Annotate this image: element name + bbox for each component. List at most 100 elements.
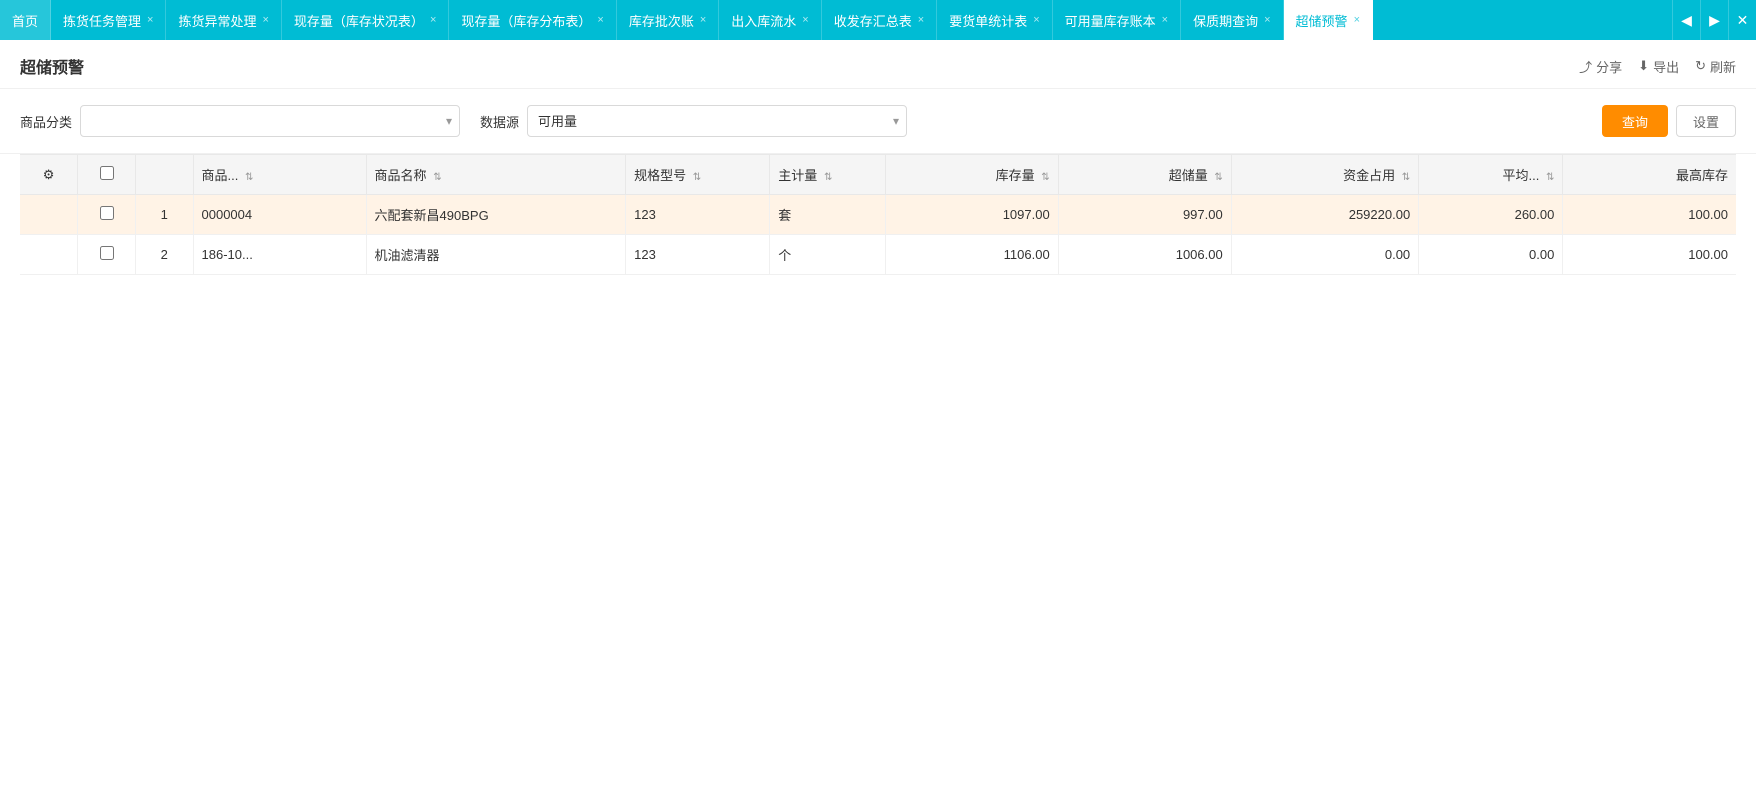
row-name-cell: 机油滤清器 [366,235,626,275]
sort-icon-unit: ⇅ [824,172,832,183]
overstock-table: ⚙ 商品... ⇅ 商品名称 ⇅ 规格型号 [20,154,1736,275]
close-order-stat-tab[interactable]: × [1033,14,1039,26]
refresh-icon: ↻ [1695,58,1706,74]
sort-icon-avg: ⇅ [1546,172,1554,183]
row-over-cell: 997.00 [1058,195,1231,235]
nav-tab-task[interactable]: 拣货任务管理 × [51,0,166,40]
close-stock-status-tab[interactable]: × [430,14,436,26]
close-inout-tab[interactable]: × [802,14,808,26]
settings-button[interactable]: 设置 [1676,105,1736,137]
row-spec-cell: 123 [626,195,770,235]
sort-icon-name: ⇅ [433,172,441,183]
row-unit-cell: 个 [770,235,885,275]
col-header-check[interactable] [78,155,136,195]
row-checkbox-1[interactable] [100,246,114,260]
close-summary-tab[interactable]: × [918,14,924,26]
table-row: 1 0000004 六配套新昌490BPG 123 套 1097.00 997.… [20,195,1736,235]
col-header-unit[interactable]: 主计量 ⇅ [770,155,885,195]
row-stock-cell: 1097.00 [885,195,1058,235]
sort-icon-capital: ⇅ [1402,172,1410,183]
row-check-cell[interactable] [78,195,136,235]
nav-tab-stock-dist[interactable]: 现存量（库存分布表） × [449,0,616,40]
col-header-stock[interactable]: 库存量 ⇅ [885,155,1058,195]
export-label: 导出 [1653,57,1679,76]
row-checkbox-0[interactable] [100,206,114,220]
nav-tab-inout[interactable]: 出入库流水 × [719,0,821,40]
filter-buttons: 查询 设置 [1602,105,1736,137]
row-maxstock-cell: 100.00 [1563,235,1736,275]
col-header-maxstock[interactable]: 最高库存 [1563,155,1736,195]
sort-icon-spec: ⇅ [693,172,701,183]
row-spec-cell: 123 [626,235,770,275]
close-task-tab[interactable]: × [147,14,153,26]
row-maxstock-cell: 100.00 [1563,195,1736,235]
datasource-filter-group: 数据源 可用量 库存量 ▾ [480,105,907,137]
refresh-label: 刷新 [1710,57,1736,76]
refresh-button[interactable]: ↻ 刷新 [1695,57,1736,76]
nav-arrow-group: ◀ ▶ ✕ [1672,0,1756,40]
category-select-wrapper: ▾ [80,105,460,137]
page-content: 超储预警 ⤴ 分享 ⬇ 导出 ↻ 刷新 商品分类 ▾ [0,40,1756,800]
datasource-label: 数据源 [480,112,519,131]
nav-next-button[interactable]: ▶ [1700,0,1728,40]
close-stock-dist-tab[interactable]: × [597,14,603,26]
col-header-code[interactable]: 商品... ⇅ [193,155,366,195]
row-avg-cell: 0.00 [1419,235,1563,275]
category-label: 商品分类 [20,112,72,131]
share-button[interactable]: ⤴ 分享 [1579,57,1622,76]
row-name-cell: 六配套新昌490BPG [366,195,626,235]
nav-tab-batch[interactable]: 库存批次账 × [617,0,719,40]
datasource-select[interactable]: 可用量 库存量 [527,105,907,137]
row-gear-cell [20,195,78,235]
row-capital-cell: 259220.00 [1231,195,1418,235]
row-gear-cell [20,235,78,275]
close-overstock-tab[interactable]: × [1354,14,1360,26]
table-wrapper: ⚙ 商品... ⇅ 商品名称 ⇅ 规格型号 [0,154,1756,275]
row-stock-cell: 1106.00 [885,235,1058,275]
share-label: 分享 [1596,57,1622,76]
col-header-name[interactable]: 商品名称 ⇅ [366,155,626,195]
nav-prev-button[interactable]: ◀ [1672,0,1700,40]
share-icon: ⤴ [1579,57,1592,76]
query-button[interactable]: 查询 [1602,105,1668,137]
col-header-capital[interactable]: 资金占用 ⇅ [1231,155,1418,195]
sort-icon-stock: ⇅ [1041,172,1049,183]
export-icon: ⬇ [1638,58,1649,74]
nav-tab-summary[interactable]: 收发存汇总表 × [822,0,937,40]
nav-tab-home[interactable]: 首页 [0,0,51,40]
nav-tab-order-stat[interactable]: 要货单统计表 × [937,0,1052,40]
export-button[interactable]: ⬇ 导出 [1638,57,1679,76]
col-header-spec[interactable]: 规格型号 ⇅ [626,155,770,195]
nav-close-all-button[interactable]: ✕ [1728,0,1756,40]
row-unit-cell: 套 [770,195,885,235]
row-code-cell: 0000004 [193,195,366,235]
category-filter-group: 商品分类 ▾ [20,105,460,137]
top-navigation: 首页 拣货任务管理 × 拣货异常处理 × 现存量（库存状况表） × 现存量（库存… [0,0,1756,40]
table-body: 1 0000004 六配套新昌490BPG 123 套 1097.00 997.… [20,195,1736,275]
col-header-over[interactable]: 超储量 ⇅ [1058,155,1231,195]
nav-tab-abnormal[interactable]: 拣货异常处理 × [166,0,281,40]
col-header-rownum [135,155,193,195]
close-expiry-tab[interactable]: × [1264,14,1270,26]
filter-area: 商品分类 ▾ 数据源 可用量 库存量 ▾ 查询 设置 [0,89,1756,154]
select-all-checkbox[interactable] [100,166,114,180]
table-row: 2 186-10... 机油滤清器 123 个 1106.00 1006.00 … [20,235,1736,275]
close-abnormal-tab[interactable]: × [262,14,268,26]
sort-icon-code: ⇅ [245,172,253,183]
page-header: 超储预警 ⤴ 分享 ⬇ 导出 ↻ 刷新 [0,40,1756,89]
nav-tab-avail-stock[interactable]: 可用量库存账本 × [1053,0,1181,40]
header-actions: ⤴ 分享 ⬇ 导出 ↻ 刷新 [1579,57,1736,76]
close-avail-stock-tab[interactable]: × [1162,14,1168,26]
datasource-select-wrapper: 可用量 库存量 ▾ [527,105,907,137]
row-code-cell: 186-10... [193,235,366,275]
col-header-avg[interactable]: 平均... ⇅ [1419,155,1563,195]
close-batch-tab[interactable]: × [700,14,706,26]
nav-tab-expiry[interactable]: 保质期查询 × [1181,0,1283,40]
gear-icon: ⚙ [43,167,55,182]
col-header-gear[interactable]: ⚙ [20,155,78,195]
row-capital-cell: 0.00 [1231,235,1418,275]
nav-tab-stock-status[interactable]: 现存量（库存状况表） × [282,0,449,40]
nav-tab-overstock[interactable]: 超储预警 × [1284,0,1373,40]
category-select[interactable] [80,105,460,137]
row-check-cell[interactable] [78,235,136,275]
